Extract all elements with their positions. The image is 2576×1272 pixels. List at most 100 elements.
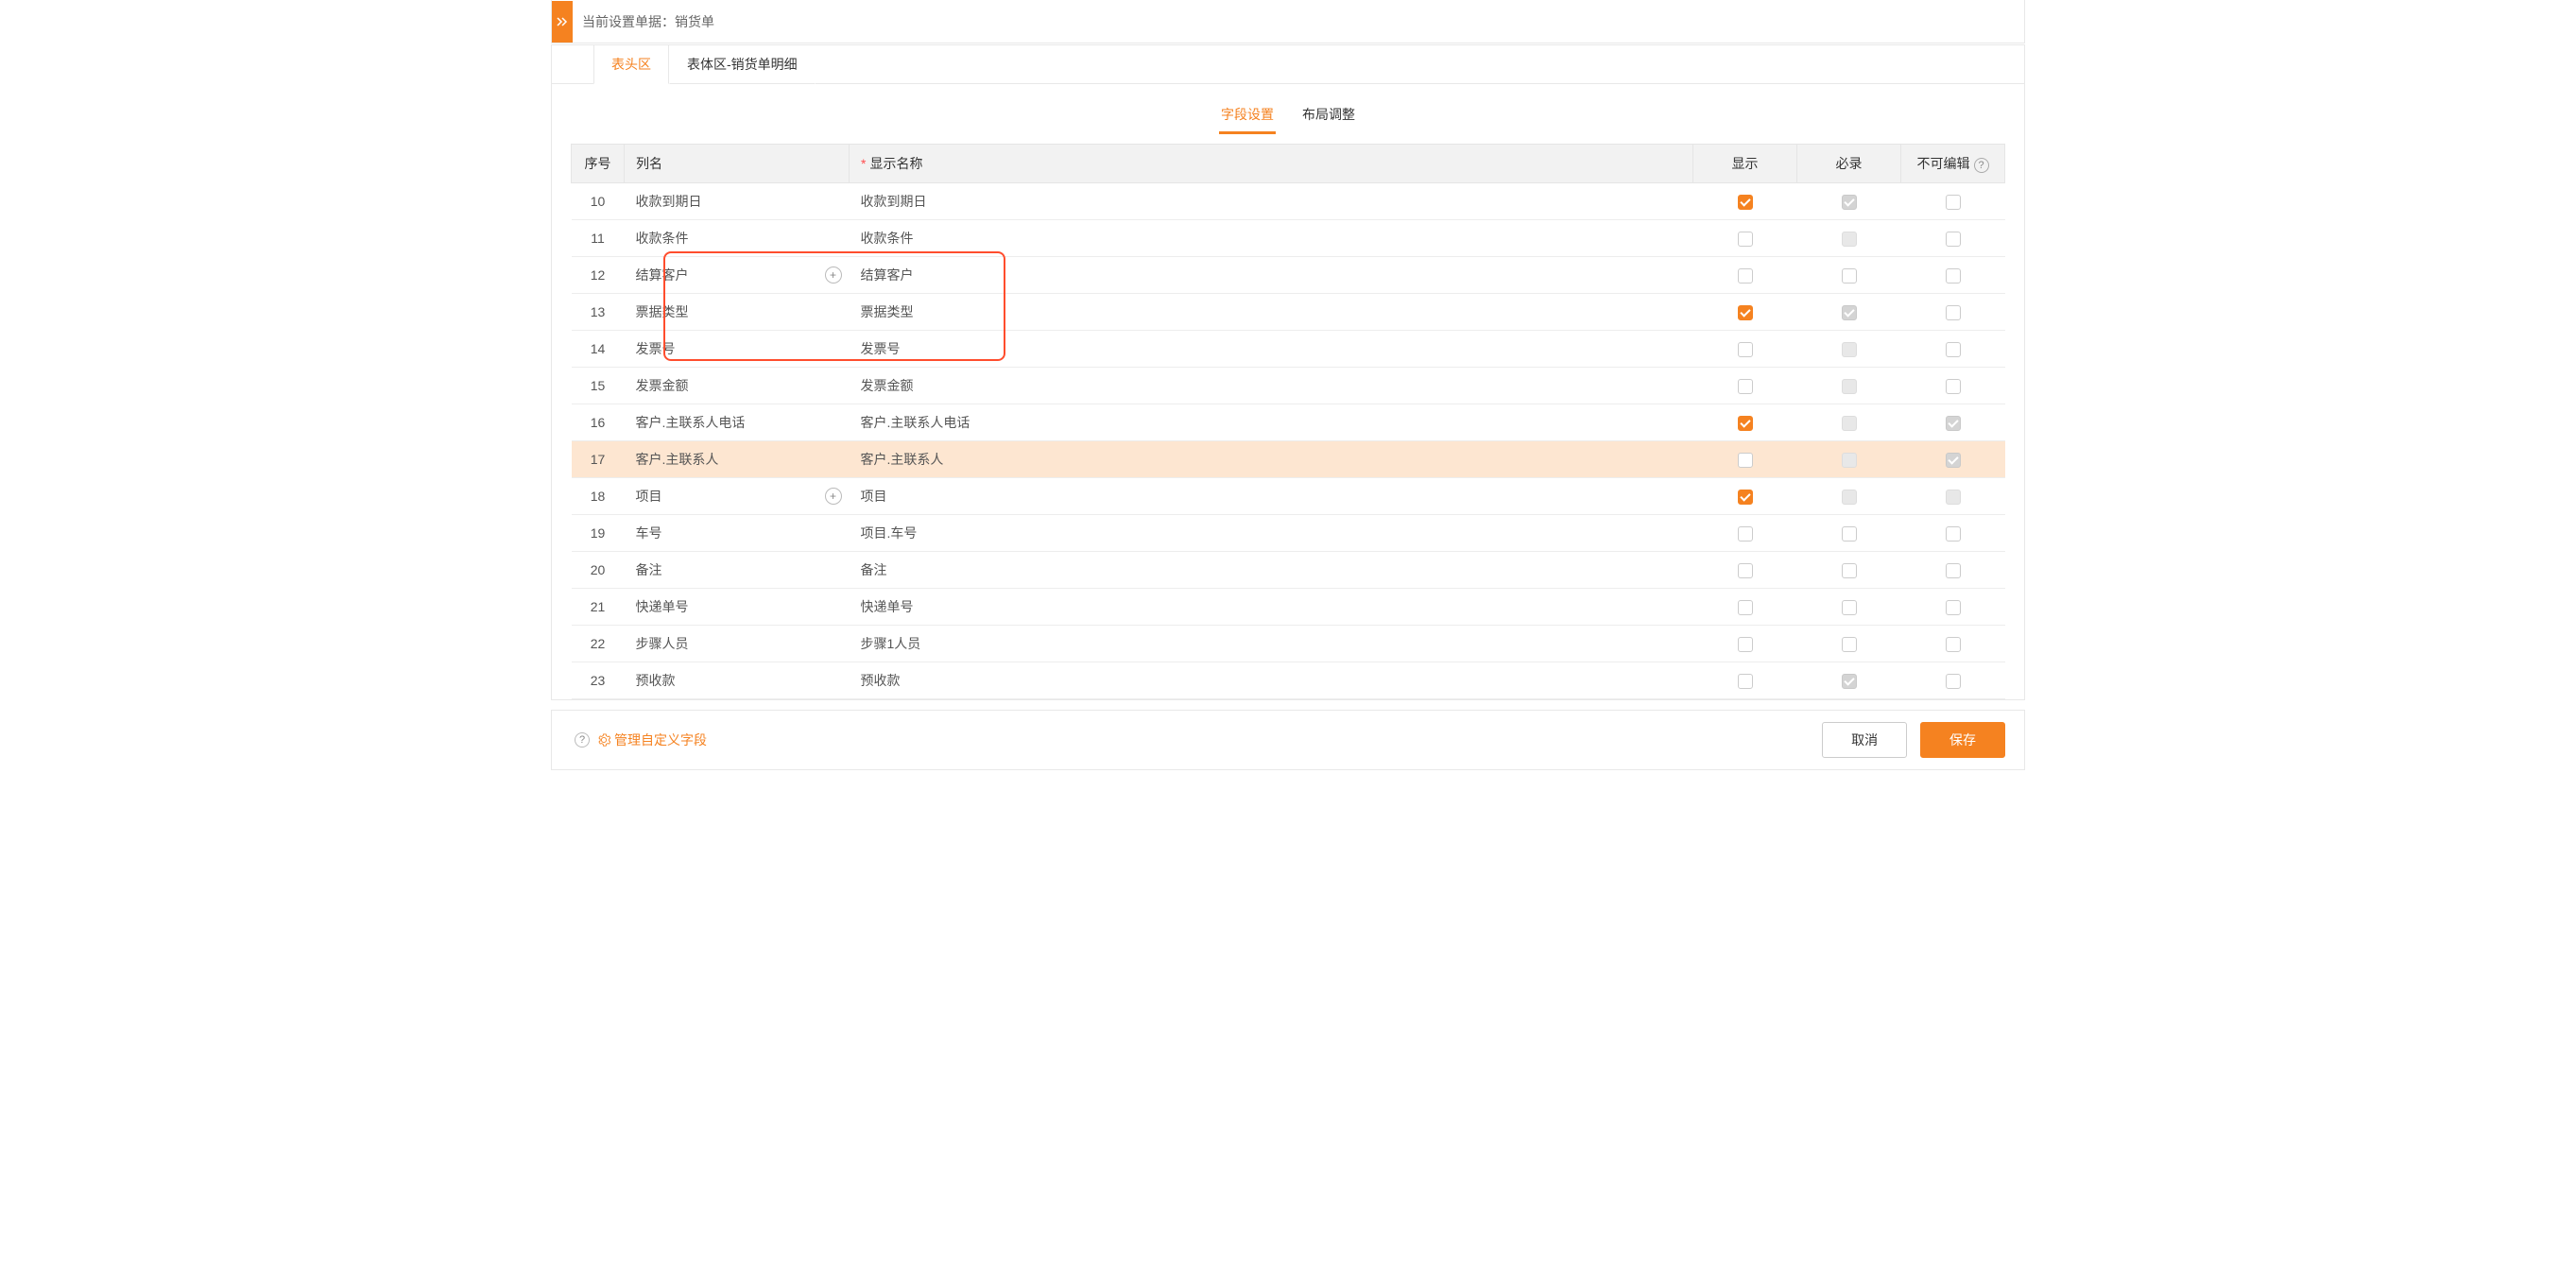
cell-required [1797, 368, 1901, 404]
required-checkbox[interactable] [1842, 268, 1857, 284]
required-star-icon: * [861, 156, 866, 171]
sub-tab-1[interactable]: 布局调整 [1300, 99, 1357, 134]
show-checkbox[interactable] [1738, 305, 1753, 320]
cell-display-name[interactable]: 快递单号 [850, 589, 1693, 626]
cell-seq: 16 [572, 404, 625, 441]
cell-seq: 12 [572, 257, 625, 294]
noedit-checkbox[interactable] [1946, 637, 1961, 652]
footer-help-icon[interactable]: ? [575, 732, 590, 748]
noedit-checkbox[interactable] [1946, 342, 1961, 357]
required-checkbox[interactable] [1842, 526, 1857, 541]
cell-seq: 13 [572, 294, 625, 331]
table-row[interactable]: 11收款条件收款条件 [572, 220, 2005, 257]
cell-seq: 18 [572, 478, 625, 515]
cell-display-name[interactable]: 收款到期日 [850, 183, 1693, 220]
cell-show [1693, 552, 1797, 589]
show-checkbox[interactable] [1738, 379, 1753, 394]
table-row[interactable]: 18项目+项目 [572, 478, 2005, 515]
cell-seq: 17 [572, 441, 625, 478]
table-row[interactable]: 14发票号发票号 [572, 331, 2005, 368]
cell-required [1797, 331, 1901, 368]
cell-seq: 19 [572, 515, 625, 552]
table-row[interactable]: 17客户.主联系人客户.主联系人 [572, 441, 2005, 478]
cell-noedit [1901, 441, 2005, 478]
cell-display-name[interactable]: 备注 [850, 552, 1693, 589]
cell-display-name[interactable]: 项目 [850, 478, 1693, 515]
noedit-checkbox[interactable] [1946, 195, 1961, 210]
table-row[interactable]: 19车号项目.车号 [572, 515, 2005, 552]
noedit-checkbox[interactable] [1946, 232, 1961, 247]
noedit-checkbox[interactable] [1946, 674, 1961, 689]
show-checkbox[interactable] [1738, 563, 1753, 578]
cell-show [1693, 589, 1797, 626]
help-icon[interactable]: ? [1974, 158, 1989, 173]
show-checkbox[interactable] [1738, 526, 1753, 541]
noedit-checkbox[interactable] [1946, 526, 1961, 541]
cell-name: 快递单号 [625, 589, 850, 626]
tab-0[interactable]: 表头区 [593, 45, 669, 84]
manage-custom-fields-link[interactable]: 管理自定义字段 [597, 731, 707, 749]
table-row[interactable]: 10收款到期日收款到期日 [572, 183, 2005, 220]
cell-show [1693, 257, 1797, 294]
cell-name: 步骤人员 [625, 626, 850, 662]
cell-noedit [1901, 257, 2005, 294]
noedit-checkbox[interactable] [1946, 305, 1961, 320]
cell-display-name[interactable]: 结算客户 [850, 257, 1693, 294]
cell-display-name[interactable]: 发票号 [850, 331, 1693, 368]
table-row[interactable]: 16客户.主联系人电话客户.主联系人电话 [572, 404, 2005, 441]
cell-display-name[interactable]: 收款条件 [850, 220, 1693, 257]
add-field-button[interactable]: + [825, 488, 842, 505]
noedit-checkbox[interactable] [1946, 563, 1961, 578]
table-row[interactable]: 13票据类型票据类型 [572, 294, 2005, 331]
add-field-button[interactable]: + [825, 266, 842, 284]
show-checkbox[interactable] [1738, 232, 1753, 247]
show-checkbox[interactable] [1738, 342, 1753, 357]
show-checkbox[interactable] [1738, 195, 1753, 210]
cell-display-name[interactable]: 发票金额 [850, 368, 1693, 404]
required-checkbox [1842, 195, 1857, 210]
cell-seq: 22 [572, 626, 625, 662]
noedit-checkbox[interactable] [1946, 379, 1961, 394]
cell-display-name[interactable]: 项目.车号 [850, 515, 1693, 552]
cell-noedit [1901, 626, 2005, 662]
table-row[interactable]: 15发票金额发票金额 [572, 368, 2005, 404]
sub-tab-0[interactable]: 字段设置 [1219, 99, 1276, 134]
required-checkbox[interactable] [1842, 563, 1857, 578]
table-row[interactable]: 22步骤人员步骤1人员 [572, 626, 2005, 662]
required-checkbox[interactable] [1842, 637, 1857, 652]
show-checkbox[interactable] [1738, 490, 1753, 505]
top-bar: 当前设置单据：销货单 [551, 0, 2025, 43]
table-row[interactable]: 20备注备注 [572, 552, 2005, 589]
save-button[interactable]: 保存 [1920, 722, 2005, 758]
tab-1[interactable]: 表体区-销货单明细 [669, 45, 816, 84]
required-checkbox [1842, 342, 1857, 357]
cancel-button[interactable]: 取消 [1822, 722, 1907, 758]
cell-name: 收款到期日 [625, 183, 850, 220]
field-table-wrap: 序号 列名 *显示名称 显示 必录 不可编辑? 10收款到期日收款到期日11收款… [552, 134, 2024, 699]
cell-name: 结算客户+ [625, 257, 850, 294]
cell-display-name[interactable]: 票据类型 [850, 294, 1693, 331]
required-checkbox [1842, 232, 1857, 247]
table-row[interactable]: 21快递单号快递单号 [572, 589, 2005, 626]
required-checkbox [1842, 305, 1857, 320]
noedit-checkbox[interactable] [1946, 600, 1961, 615]
cell-display-name[interactable]: 客户.主联系人 [850, 441, 1693, 478]
table-row[interactable]: 23预收款预收款 [572, 662, 2005, 699]
cell-display-name[interactable]: 步骤1人员 [850, 626, 1693, 662]
noedit-checkbox[interactable] [1946, 268, 1961, 284]
show-checkbox[interactable] [1738, 600, 1753, 615]
cell-required [1797, 220, 1901, 257]
footer: ? 管理自定义字段 取消 保存 [551, 710, 2025, 770]
cell-seq: 14 [572, 331, 625, 368]
cell-display-name[interactable]: 预收款 [850, 662, 1693, 699]
show-checkbox[interactable] [1738, 637, 1753, 652]
show-checkbox[interactable] [1738, 453, 1753, 468]
sub-tabs: 字段设置布局调整 [552, 84, 2024, 134]
show-checkbox[interactable] [1738, 268, 1753, 284]
table-row[interactable]: 12结算客户+结算客户 [572, 257, 2005, 294]
show-checkbox[interactable] [1738, 674, 1753, 689]
show-checkbox[interactable] [1738, 416, 1753, 431]
cell-display-name[interactable]: 客户.主联系人电话 [850, 404, 1693, 441]
required-checkbox[interactable] [1842, 600, 1857, 615]
expand-sidebar-button[interactable] [552, 1, 573, 43]
